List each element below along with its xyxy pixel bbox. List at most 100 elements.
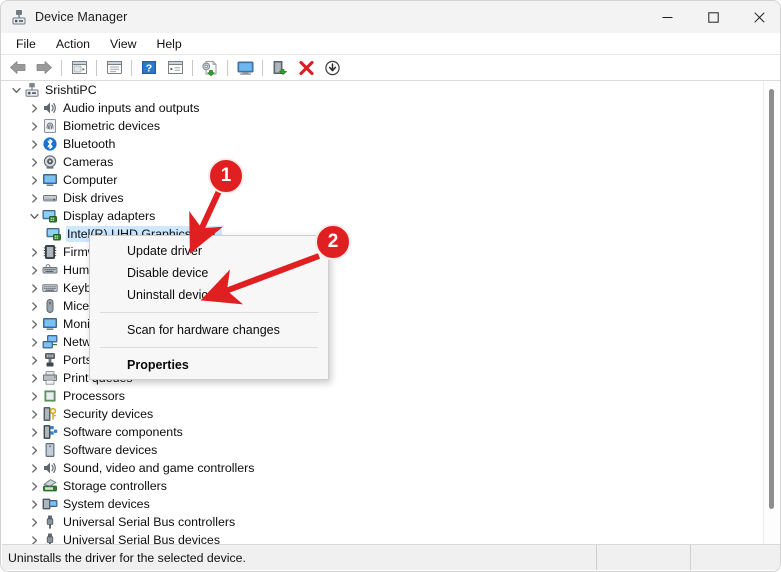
hid-icon (42, 262, 58, 278)
back-arrow-icon[interactable] (6, 57, 30, 79)
chevron-right-icon[interactable] (26, 477, 42, 495)
chevron-right-icon[interactable] (26, 279, 42, 297)
close-button[interactable] (736, 1, 780, 33)
minimize-button[interactable] (644, 1, 690, 33)
tree-node-label: Bluetooth (63, 137, 116, 151)
tree-node-storage-controllers[interactable]: Storage controllers (2, 477, 764, 495)
chevron-right-icon[interactable] (26, 297, 42, 315)
context-menu-separator (100, 347, 318, 348)
tree-node-processors[interactable]: Processors (2, 387, 764, 405)
keyboard-icon (42, 280, 58, 296)
speaker-icon (42, 100, 58, 116)
tree-node-universal-serial-bus-controllers[interactable]: Universal Serial Bus controllers (2, 513, 764, 531)
tree-node-root[interactable]: SrishtiPC (2, 81, 764, 99)
chevron-right-icon[interactable] (26, 243, 42, 261)
help-icon[interactable]: ? (137, 57, 161, 79)
fingerprint-icon (42, 118, 58, 134)
menu-bar: File Action View Help (1, 33, 780, 55)
tree-node-biometric-devices[interactable]: Biometric devices (2, 117, 764, 135)
tree-node-security-devices[interactable]: Security devices (2, 405, 764, 423)
tree-node-label: Disk drives (63, 191, 124, 205)
port-icon (42, 352, 58, 368)
properties-window-icon[interactable] (163, 57, 187, 79)
tree-node-software-devices[interactable]: Software devices (2, 441, 764, 459)
chevron-right-icon[interactable] (26, 495, 42, 513)
chevron-right-icon[interactable] (26, 441, 42, 459)
context-menu[interactable]: Update driver Disable device Uninstall d… (89, 235, 329, 380)
context-menu-item-disable-device[interactable]: Disable device (90, 262, 328, 284)
device-manager-icon (11, 9, 27, 25)
chevron-down-icon[interactable] (26, 207, 42, 225)
menu-view[interactable]: View (101, 34, 145, 54)
chevron-right-icon[interactable] (26, 513, 42, 531)
chevron-right-icon[interactable] (26, 315, 42, 333)
tree-node-software-components[interactable]: Software components (2, 423, 764, 441)
chevron-right-icon[interactable] (26, 531, 42, 545)
display-adapter-icon (46, 226, 62, 242)
scrollbar-thumb[interactable] (769, 89, 774, 509)
tree-node-bluetooth[interactable]: Bluetooth (2, 135, 764, 153)
title-bar: Device Manager (1, 1, 780, 33)
menu-help[interactable]: Help (147, 34, 190, 54)
context-menu-item-scan-for-hardware-changes[interactable]: Scan for hardware changes (90, 319, 328, 341)
context-menu-item-properties[interactable]: Properties (90, 354, 328, 376)
chevron-right-icon[interactable] (26, 423, 42, 441)
firmware-icon (42, 244, 58, 260)
tree-node-sound-video-and-game-controllers[interactable]: Sound, video and game controllers (2, 459, 764, 477)
tree-node-label: Universal Serial Bus controllers (63, 515, 236, 529)
security-device-icon (42, 406, 58, 422)
toolbar: ? (1, 55, 780, 81)
chevron-right-icon[interactable] (26, 135, 42, 153)
vertical-scrollbar[interactable] (763, 81, 779, 545)
tree-node-disk-drives[interactable]: Disk drives (2, 189, 764, 207)
chevron-right-icon[interactable] (26, 387, 42, 405)
chevron-right-icon[interactable] (26, 351, 42, 369)
scan-hardware-changes-icon[interactable] (233, 57, 257, 79)
show-hide-console-tree-icon[interactable] (102, 57, 126, 79)
disable-device-icon[interactable] (320, 57, 344, 79)
context-menu-item-update-driver[interactable]: Update driver (90, 240, 328, 262)
menu-file[interactable]: File (7, 34, 45, 54)
software-component-icon (42, 424, 58, 440)
chevron-down-icon[interactable] (8, 81, 24, 99)
bluetooth-icon (42, 136, 58, 152)
up-one-level-icon[interactable] (67, 57, 91, 79)
toolbar-separator (227, 59, 228, 76)
tree-node-computer[interactable]: Computer (2, 171, 764, 189)
context-menu-separator (100, 312, 318, 313)
system-device-icon (42, 496, 58, 512)
chevron-right-icon[interactable] (26, 171, 42, 189)
network-adapter-icon (42, 334, 58, 350)
context-menu-item-uninstall-device[interactable]: Uninstall device (90, 284, 328, 306)
chevron-right-icon[interactable] (26, 117, 42, 135)
chevron-right-icon[interactable] (26, 333, 42, 351)
tree-node-universal-serial-bus-devices[interactable]: Universal Serial Bus devices (2, 531, 764, 545)
software-device-icon (42, 442, 58, 458)
enable-device-icon[interactable] (268, 57, 292, 79)
processor-icon (42, 388, 58, 404)
toolbar-separator (131, 59, 132, 76)
tree-node-system-devices[interactable]: System devices (2, 495, 764, 513)
monitor-icon (42, 172, 58, 188)
tree-node-label: Computer (63, 173, 118, 187)
menu-action[interactable]: Action (47, 34, 99, 54)
chevron-right-icon[interactable] (26, 261, 42, 279)
chevron-right-icon[interactable] (26, 459, 42, 477)
chevron-right-icon[interactable] (26, 189, 42, 207)
tree-node-label: SrishtiPC (45, 83, 97, 97)
tree-node-audio-inputs-and-outputs[interactable]: Audio inputs and outputs (2, 99, 764, 117)
tree-node-cameras[interactable]: Cameras (2, 153, 764, 171)
tree-node-display-adapters[interactable]: Display adapters (2, 207, 764, 225)
uninstall-device-icon[interactable] (294, 57, 318, 79)
chevron-right-icon[interactable] (26, 369, 42, 387)
maximize-button[interactable] (690, 1, 736, 33)
chevron-right-icon[interactable] (26, 153, 42, 171)
update-driver-icon[interactable] (198, 57, 222, 79)
chevron-right-icon[interactable] (26, 99, 42, 117)
forward-arrow-icon[interactable] (32, 57, 56, 79)
toolbar-separator (192, 59, 193, 76)
tree-node-label: Storage controllers (63, 479, 167, 493)
chevron-right-icon[interactable] (26, 405, 42, 423)
tree-node-label: Processors (63, 389, 125, 403)
svg-text:?: ? (146, 62, 152, 74)
